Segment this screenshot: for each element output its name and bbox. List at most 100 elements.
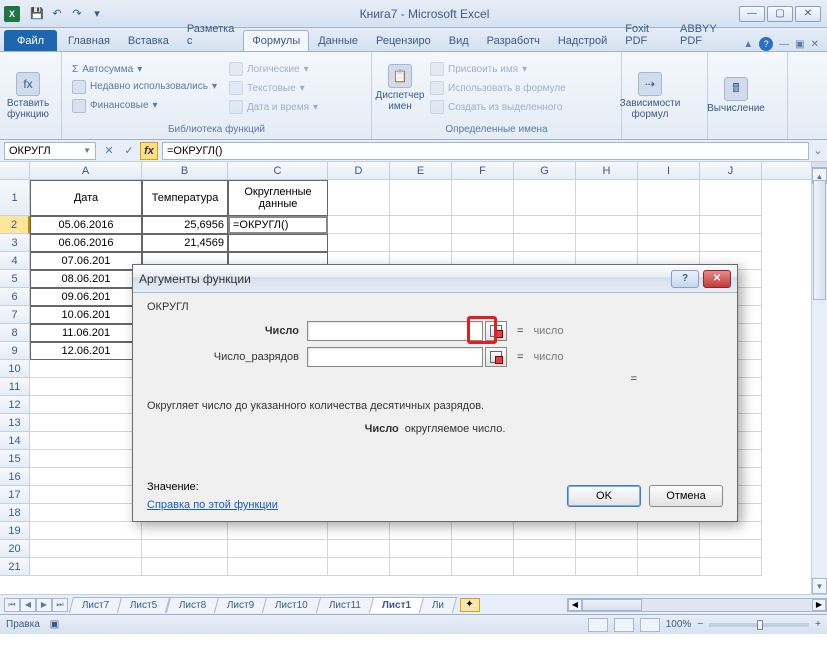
sheet-tab-Лист9[interactable]: Лист9 [214, 597, 268, 613]
expand-formula-bar-icon[interactable]: ⌄ [809, 144, 827, 157]
cell-A6[interactable]: 09.06.201 [30, 288, 142, 306]
cell-A18[interactable] [30, 504, 142, 522]
row-header-9[interactable]: 9 [0, 342, 30, 360]
cell-F1[interactable] [452, 180, 514, 216]
sheet-tab-Лист8[interactable]: Лист8 [165, 597, 219, 613]
cell-G19[interactable] [514, 522, 576, 540]
sheet-tab-Лист10[interactable]: Лист10 [262, 597, 321, 613]
doc-restore-icon[interactable]: ▣ [795, 39, 804, 50]
cell-A15[interactable] [30, 450, 142, 468]
row-header-1[interactable]: 1 [0, 180, 30, 216]
tab-разметка с[interactable]: Разметка с [178, 18, 244, 51]
cell-A9[interactable]: 12.06.201 [30, 342, 142, 360]
autosum-button[interactable]: ΣАвтосумма ▾ [68, 62, 221, 77]
ok-button[interactable]: OK [567, 485, 641, 507]
close-button[interactable]: ✕ [795, 6, 821, 22]
select-all-corner[interactable] [0, 162, 30, 179]
cell-A12[interactable] [30, 396, 142, 414]
cell-E3[interactable] [390, 234, 452, 252]
cell-H2[interactable] [576, 216, 638, 234]
cell-H1[interactable] [576, 180, 638, 216]
column-header-J[interactable]: J [700, 162, 762, 179]
cell-F20[interactable] [452, 540, 514, 558]
row-header-20[interactable]: 20 [0, 540, 30, 558]
cell-D1[interactable] [328, 180, 390, 216]
tab-рецензиро[interactable]: Рецензиро [367, 30, 440, 51]
recent-functions-button[interactable]: Недавно использовались ▾ [68, 78, 221, 96]
cell-B20[interactable] [142, 540, 228, 558]
row-header-8[interactable]: 8 [0, 324, 30, 342]
row-header-15[interactable]: 15 [0, 450, 30, 468]
sheet-nav-next[interactable]: ▶ [36, 598, 52, 612]
cell-D3[interactable] [328, 234, 390, 252]
cell-B3[interactable]: 21,4569 [142, 234, 228, 252]
cell-J3[interactable] [700, 234, 762, 252]
cell-A14[interactable] [30, 432, 142, 450]
cell-C3[interactable] [228, 234, 328, 252]
zoom-slider[interactable] [709, 623, 809, 627]
cell-H19[interactable] [576, 522, 638, 540]
horizontal-scrollbar[interactable]: ◀ ▶ [567, 598, 827, 612]
cell-A19[interactable] [30, 522, 142, 540]
tab-главная[interactable]: Главная [59, 30, 119, 51]
cancel-formula-icon[interactable]: ✕ [100, 142, 118, 160]
cell-J19[interactable] [700, 522, 762, 540]
assign-name-button[interactable]: Присвоить имя ▾ [426, 60, 570, 78]
cell-F3[interactable] [452, 234, 514, 252]
new-sheet-button[interactable]: ✦ [460, 598, 480, 612]
cell-I21[interactable] [638, 558, 700, 576]
row-header-6[interactable]: 6 [0, 288, 30, 306]
fx-button[interactable]: fx [140, 142, 158, 160]
column-header-F[interactable]: F [452, 162, 514, 179]
column-header-I[interactable]: I [638, 162, 700, 179]
cell-G21[interactable] [514, 558, 576, 576]
sheet-tab-Лист5[interactable]: Лист5 [117, 597, 171, 613]
cell-J20[interactable] [700, 540, 762, 558]
dialog-close-button[interactable]: ✕ [703, 270, 731, 288]
cell-A16[interactable] [30, 468, 142, 486]
chevron-down-icon[interactable]: ▼ [83, 146, 91, 155]
row-header-10[interactable]: 10 [0, 360, 30, 378]
cell-A10[interactable] [30, 360, 142, 378]
cell-A17[interactable] [30, 486, 142, 504]
cell-H20[interactable] [576, 540, 638, 558]
scroll-down-icon[interactable]: ▼ [812, 578, 827, 594]
arg-numdigits-ref-button[interactable] [485, 347, 507, 367]
sheet-nav-last[interactable]: ⏭ [52, 598, 68, 612]
cell-A8[interactable]: 11.06.201 [30, 324, 142, 342]
scroll-left-icon[interactable]: ◀ [568, 599, 582, 611]
row-header-11[interactable]: 11 [0, 378, 30, 396]
undo-icon[interactable]: ↶ [48, 5, 66, 23]
column-header-H[interactable]: H [576, 162, 638, 179]
cell-F19[interactable] [452, 522, 514, 540]
view-normal-button[interactable] [588, 618, 608, 632]
row-header-12[interactable]: 12 [0, 396, 30, 414]
scroll-thumb[interactable] [813, 180, 826, 300]
cell-I2[interactable] [638, 216, 700, 234]
logical-button[interactable]: Логические ▾ [225, 60, 322, 78]
insert-function-button[interactable]: fx Вставить функцию [6, 54, 50, 137]
sheet-tab-Лист7[interactable]: Лист7 [69, 597, 123, 613]
cell-E21[interactable] [390, 558, 452, 576]
sheet-tab-Ли[interactable]: Ли [419, 597, 457, 613]
tab-вид[interactable]: Вид [440, 30, 478, 51]
row-header-18[interactable]: 18 [0, 504, 30, 522]
cell-A21[interactable] [30, 558, 142, 576]
cell-D21[interactable] [328, 558, 390, 576]
cell-B1[interactable]: Температура [142, 180, 228, 216]
cell-A4[interactable]: 07.06.201 [30, 252, 142, 270]
cell-H21[interactable] [576, 558, 638, 576]
cell-F21[interactable] [452, 558, 514, 576]
formula-input[interactable]: =ОКРУГЛ() [162, 142, 809, 160]
column-header-E[interactable]: E [390, 162, 452, 179]
row-header-17[interactable]: 17 [0, 486, 30, 504]
column-header-B[interactable]: B [142, 162, 228, 179]
cell-H3[interactable] [576, 234, 638, 252]
accept-formula-icon[interactable]: ✓ [120, 142, 138, 160]
cell-F2[interactable] [452, 216, 514, 234]
row-header-7[interactable]: 7 [0, 306, 30, 324]
cell-I19[interactable] [638, 522, 700, 540]
redo-icon[interactable]: ↷ [68, 5, 86, 23]
cell-A11[interactable] [30, 378, 142, 396]
row-header-21[interactable]: 21 [0, 558, 30, 576]
